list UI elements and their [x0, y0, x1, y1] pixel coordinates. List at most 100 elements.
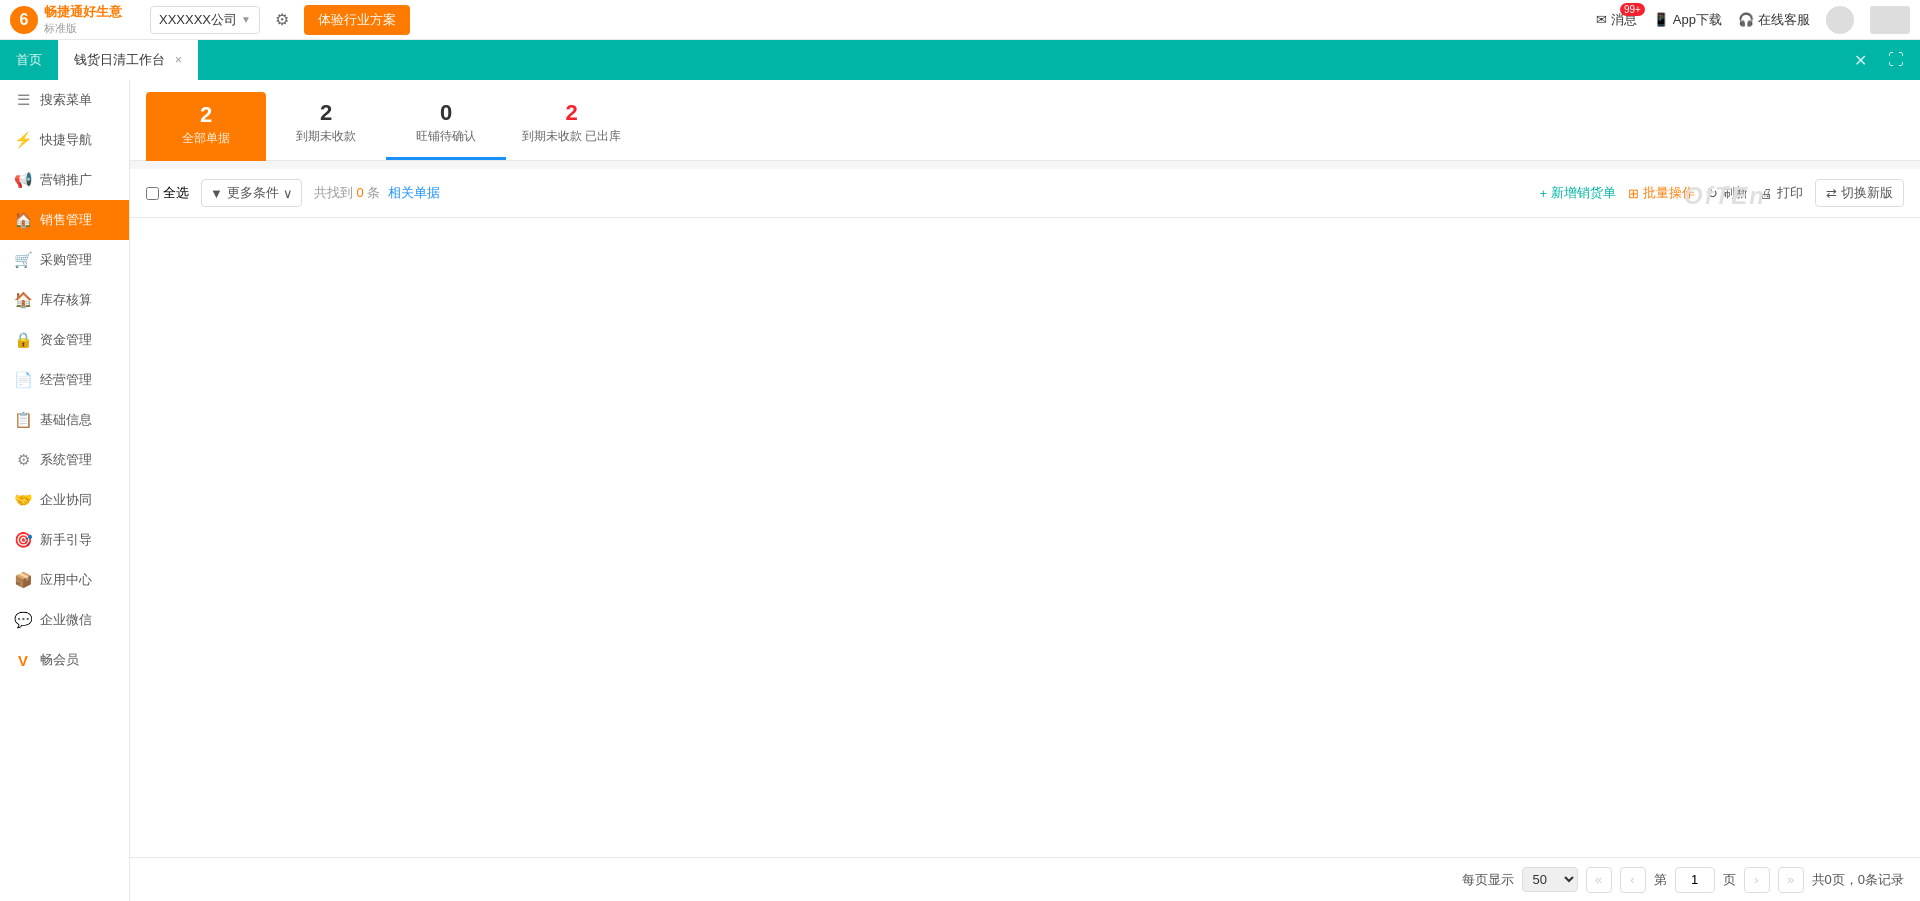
page-size-select[interactable]: 20 50 100 [1522, 867, 1578, 892]
last-page-btn[interactable]: » [1778, 867, 1804, 893]
filter-arrow: ∨ [283, 186, 293, 201]
user-name-area[interactable] [1870, 6, 1910, 34]
app-download-btn[interactable]: 📱 App下载 [1653, 11, 1722, 29]
experience-button[interactable]: 体验行业方案 [304, 5, 410, 35]
switch-icon: ⇄ [1826, 186, 1837, 201]
enterprise-coop-icon: 🤝 [14, 491, 32, 509]
page-suffix: 页 [1723, 871, 1736, 889]
tab-home[interactable]: 首页 [0, 40, 58, 80]
stat-number-all: 2 [164, 102, 248, 128]
stat-number-overdue-unshipped: 2 [522, 100, 621, 126]
tab-active[interactable]: 钱货日清工作台 × [58, 40, 198, 80]
add-sale-order-btn[interactable]: + 新增销货单 [1539, 184, 1616, 202]
app-download-label: App下载 [1673, 11, 1722, 29]
sidebar-item-sales[interactable]: 🏠 销售管理 [0, 200, 129, 240]
sidebar-item-basic-info[interactable]: 📋 基础信息 [0, 400, 129, 440]
sidebar-item-inventory[interactable]: 🏠 库存核算 [0, 280, 129, 320]
sidebar-item-label-quick-nav: 快捷导航 [40, 131, 92, 149]
message-btn[interactable]: ✉ 消息 99+ [1596, 11, 1637, 29]
sidebar-item-app-center[interactable]: 📦 应用中心 [0, 560, 129, 600]
refresh-btn[interactable]: ↻ 刷新 [1707, 184, 1748, 202]
sidebar-item-label-member: 畅会员 [40, 651, 79, 669]
tab-bar: 首页 钱货日清工作台 × ✕ ⛶ [0, 40, 1920, 80]
sidebar-item-marketing[interactable]: 📢 营销推广 [0, 160, 129, 200]
stat-tab-overdue-unshipped[interactable]: 2 到期未收款 已出库 [506, 92, 637, 160]
sidebar-item-member[interactable]: V 畅会员 [0, 640, 129, 680]
sidebar-item-operations[interactable]: 📄 经营管理 [0, 360, 129, 400]
settings-button[interactable]: ⚙ [268, 6, 296, 34]
tab-active-label: 钱货日清工作台 [74, 51, 165, 69]
stat-tab-wangpu[interactable]: 0 旺铺待确认 [386, 92, 506, 160]
app-download-icon: 📱 [1653, 12, 1669, 27]
message-badge: 99+ [1620, 3, 1645, 16]
app-title: 畅捷通好生意 [44, 4, 122, 21]
add-label: 新增销货单 [1551, 184, 1616, 202]
refresh-icon: ↻ [1707, 186, 1718, 201]
first-page-btn[interactable]: « [1586, 867, 1612, 893]
tab-maximize-btn[interactable]: ⛶ [1882, 46, 1910, 74]
sidebar-item-quick-nav[interactable]: ⚡ 快捷导航 [0, 120, 129, 160]
page-number-input[interactable] [1675, 867, 1715, 893]
sidebar-item-label-app-center: 应用中心 [40, 571, 92, 589]
quick-nav-icon: ⚡ [14, 131, 32, 149]
logo-text: 畅捷通好生意 标准版 [44, 4, 122, 35]
sidebar-item-purchase[interactable]: 🛒 采购管理 [0, 240, 129, 280]
batch-label: 批量操作 [1643, 184, 1695, 202]
stat-tab-overdue-unpaid[interactable]: 2 到期未收款 [266, 92, 386, 160]
add-icon: + [1539, 186, 1547, 201]
stat-tab-all[interactable]: 2 全部单据 [146, 92, 266, 161]
purchase-icon: 🛒 [14, 251, 32, 269]
app-subtitle: 标准版 [44, 21, 122, 35]
stat-number-wangpu: 0 [402, 100, 490, 126]
enterprise-wechat-icon: 💬 [14, 611, 32, 629]
tab-close-window-btn[interactable]: ✕ [1846, 46, 1874, 74]
prev-page-btn[interactable]: ‹ [1620, 867, 1646, 893]
sidebar-item-search-menu[interactable]: ☰ 搜索菜单 [0, 80, 129, 120]
next-page-btn[interactable]: › [1744, 867, 1770, 893]
tab-bar-actions: ✕ ⛶ [1846, 46, 1920, 74]
stat-label-all: 全部单据 [164, 130, 248, 147]
sidebar: ☰ 搜索菜单 ⚡ 快捷导航 📢 营销推广 🏠 销售管理 🛒 采购管理 🏠 库存核… [0, 80, 130, 901]
sidebar-item-label-operations: 经营管理 [40, 371, 92, 389]
stat-label-overdue-unshipped: 到期未收款 已出库 [522, 128, 621, 145]
sidebar-item-beginner[interactable]: 🎯 新手引导 [0, 520, 129, 560]
sidebar-item-capital[interactable]: 🔒 资金管理 [0, 320, 129, 360]
sidebar-item-label-search-menu: 搜索菜单 [40, 91, 92, 109]
toolbar-right: + 新增销货单 ⊞ 批量操作 ↻ 刷新 🖨 打印 ⇄ 切换新版 [1539, 179, 1904, 207]
sidebar-item-enterprise-coop[interactable]: 🤝 企业协同 [0, 480, 129, 520]
stats-tabs: 2 全部单据 2 到期未收款 0 旺铺待确认 2 到期未收款 已出库 [130, 80, 1920, 161]
select-all-input[interactable] [146, 187, 159, 200]
stat-number-overdue-unpaid: 2 [282, 100, 370, 126]
company-dropdown-arrow: ▼ [241, 14, 251, 25]
sidebar-item-label-inventory: 库存核算 [40, 291, 92, 309]
filter-button[interactable]: ▼ 更多条件 ∨ [201, 179, 302, 207]
tab-close-icon[interactable]: × [175, 53, 182, 67]
basic-info-icon: 📋 [14, 411, 32, 429]
logo-icon: 6 [10, 6, 38, 34]
switch-label: 切换新版 [1841, 184, 1893, 202]
sidebar-item-system[interactable]: ⚙ 系统管理 [0, 440, 129, 480]
inventory-icon: 🏠 [14, 291, 32, 309]
found-number: 0 [357, 185, 364, 200]
company-name: XXXXXX公司 [159, 11, 237, 29]
company-selector[interactable]: XXXXXX公司 ▼ [150, 6, 260, 34]
sidebar-item-enterprise-wechat[interactable]: 💬 企业微信 [0, 600, 129, 640]
user-avatar[interactable] [1826, 6, 1854, 34]
switch-new-version-btn[interactable]: ⇄ 切换新版 [1815, 179, 1904, 207]
logo-area: 6 畅捷通好生意 标准版 [10, 4, 122, 35]
sidebar-item-label-enterprise-wechat: 企业微信 [40, 611, 92, 629]
settings-icon: ⚙ [275, 10, 289, 29]
sidebar-item-label-system: 系统管理 [40, 451, 92, 469]
header-left: 6 畅捷通好生意 标准版 XXXXXX公司 ▼ ⚙ 体验行业方案 [10, 4, 410, 35]
online-service-btn[interactable]: 🎧 在线客服 [1738, 11, 1810, 29]
total-info: 共0页，0条记录 [1812, 871, 1904, 889]
select-all-checkbox[interactable]: 全选 [146, 184, 189, 202]
search-menu-icon: ☰ [14, 91, 32, 109]
header: 6 畅捷通好生意 标准版 XXXXXX公司 ▼ ⚙ 体验行业方案 ✉ 消息 99… [0, 0, 1920, 40]
found-link[interactable]: 相关单据 [388, 185, 440, 200]
table-area [130, 218, 1920, 857]
refresh-label: 刷新 [1722, 184, 1748, 202]
capital-icon: 🔒 [14, 331, 32, 349]
batch-operation-btn[interactable]: ⊞ 批量操作 [1628, 184, 1695, 202]
print-btn[interactable]: 🖨 打印 [1760, 184, 1803, 202]
